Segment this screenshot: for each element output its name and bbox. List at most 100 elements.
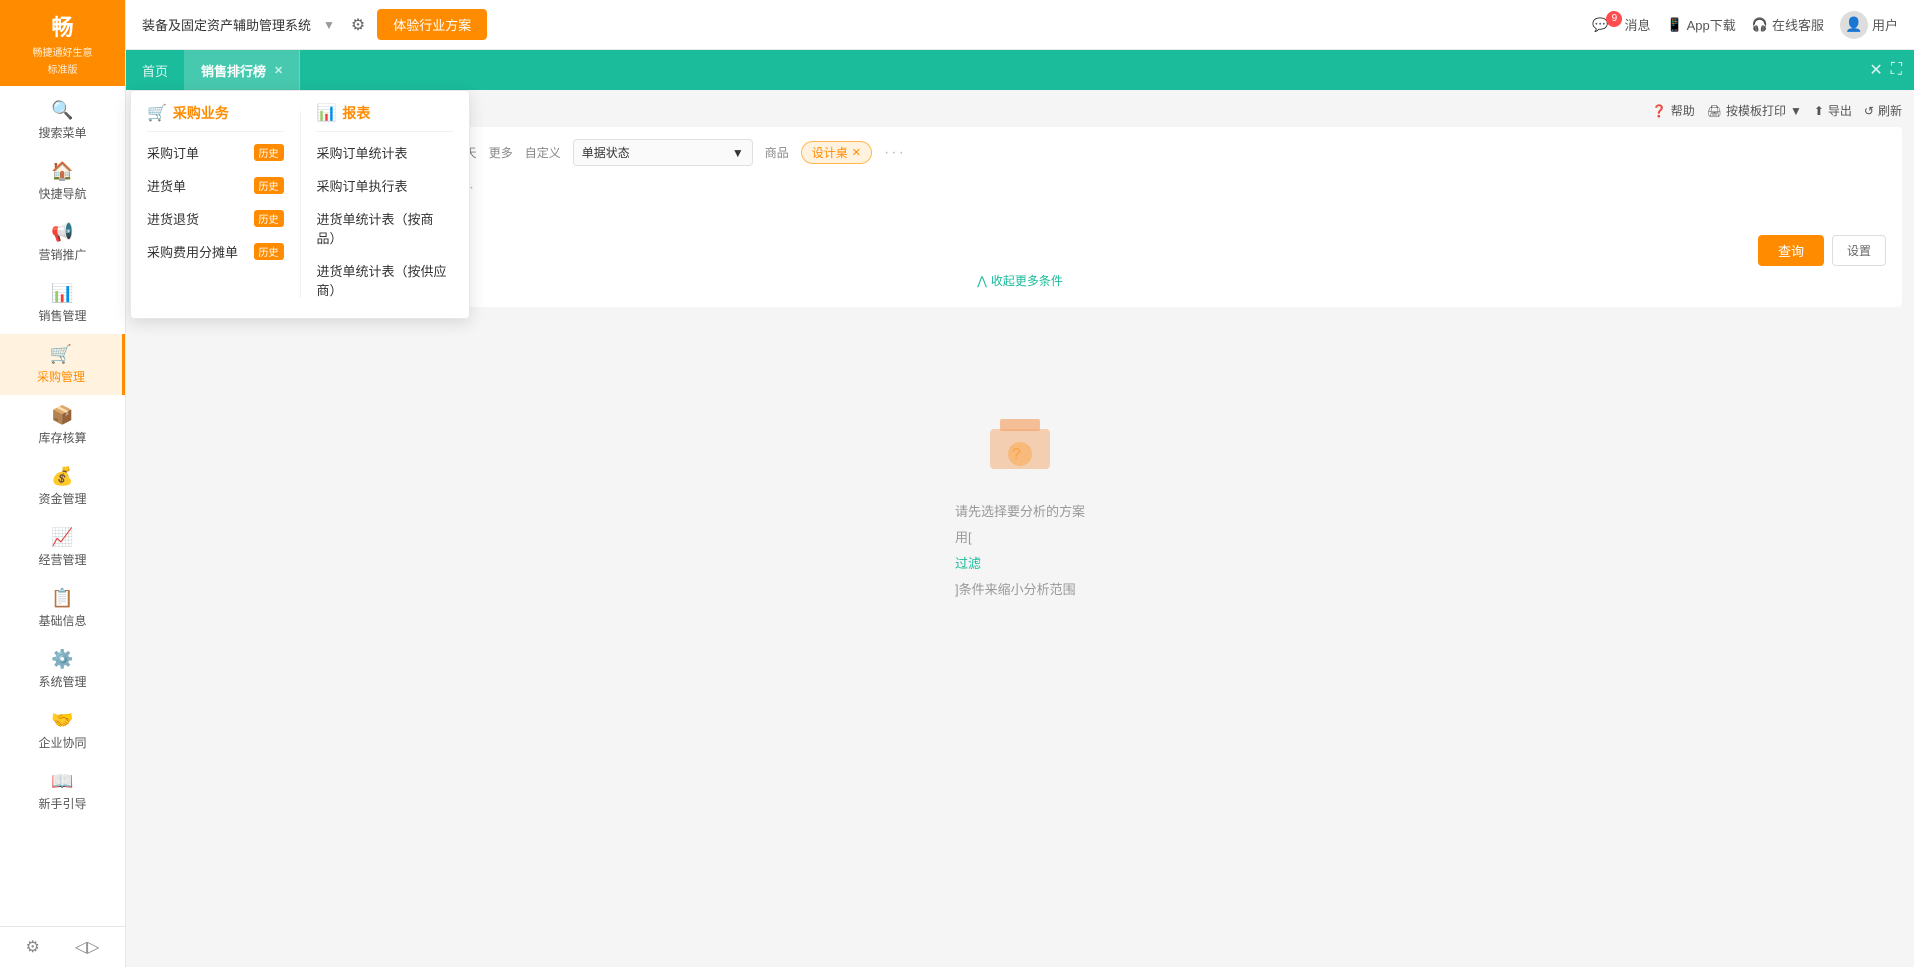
logo: 畅 畅捷通好生意 标准版: [0, 0, 125, 86]
svg-text:?: ?: [1012, 446, 1021, 463]
setting-button[interactable]: 设置: [1832, 235, 1886, 266]
query-button[interactable]: 查询: [1758, 235, 1824, 266]
user-btn[interactable]: 👤 用户: [1840, 11, 1898, 39]
expense-history-badge: 历史: [254, 243, 284, 260]
help-btn[interactable]: ❓ 帮助: [1652, 102, 1695, 119]
dropdown-menu: 🛒 采购业务 采购订单 历史 进货单 历史 进货退货 历史 采购费用分摊单 历史: [130, 90, 470, 319]
print-arrow-icon: ▼: [1790, 104, 1802, 118]
refresh-btn[interactable]: ↺ 刷新: [1864, 102, 1902, 119]
online-service-label: 在线客服: [1772, 15, 1824, 34]
sidebar-label-search: 搜索菜单: [38, 124, 86, 141]
return-history-badge: 历史: [254, 210, 284, 227]
tab-home-label: 首页: [142, 61, 168, 80]
logo-version: 标准版: [48, 61, 78, 76]
sidebar-label-inventory: 库存核算: [38, 429, 86, 446]
sidebar-label-nav: 快捷导航: [38, 185, 86, 202]
sidebar-item-basic[interactable]: 📋 基础信息: [0, 578, 125, 639]
tabbar-controls: ✕ ⛶: [1869, 60, 1914, 80]
sidebar-menu: 🔍 搜索菜单 🏠 快捷导航 📢 营销推广 📊 销售管理 🛒 采购管理 📦 库存核…: [0, 86, 125, 926]
goods-tag-close[interactable]: ✕: [852, 146, 861, 159]
tab-close-icon[interactable]: ✕: [274, 64, 283, 77]
system-title: 装备及固定资产辅助管理系统: [142, 15, 311, 34]
dropdown-item-po-stat[interactable]: 采购订单统计表: [317, 136, 454, 169]
logo-subtitle: 畅捷通好生意: [33, 44, 93, 59]
sidebar-item-finance[interactable]: 💰 资金管理: [0, 456, 125, 517]
sidebar-label-operation: 经营管理: [38, 551, 86, 568]
message-badge: 9: [1606, 11, 1622, 27]
filter-highlight: 过滤: [955, 551, 1085, 577]
headset-icon: 🎧: [1752, 17, 1768, 33]
dropdown-item-po-exec[interactable]: 采购订单执行表: [317, 169, 454, 202]
topbar-gear-icon[interactable]: ⚙: [351, 15, 365, 35]
export-icon: ⬆: [1814, 104, 1824, 118]
tab-expand-icon[interactable]: ⛶: [1891, 61, 1902, 79]
sidebar-label-marketing: 营销推广: [38, 246, 86, 263]
export-btn[interactable]: ⬆ 导出: [1814, 102, 1852, 119]
operation-icon: 📈: [51, 527, 73, 548]
online-service-btn[interactable]: 🎧 在线客服: [1752, 15, 1824, 34]
sidebar-footer: ⚙ ◁▷: [0, 926, 125, 967]
purchase-col-label: 采购业务: [173, 103, 229, 123]
sidebar-item-marketing[interactable]: 📢 营销推广: [0, 212, 125, 273]
tab-close-all-icon[interactable]: ✕: [1869, 60, 1882, 80]
bill-status-arrow: ▼: [732, 146, 744, 160]
message-label: 消息: [1624, 15, 1650, 34]
sidebar-item-inventory[interactable]: 📦 库存核算: [0, 395, 125, 456]
dropdown-item-po-exec-label: 采购订单执行表: [317, 176, 408, 195]
dropdown-item-return-label: 进货退货: [147, 209, 199, 228]
dropdown-item-receipt-stat[interactable]: 进货单统计表（按商品）: [317, 202, 454, 254]
date-shortcut-custom[interactable]: 自定义: [525, 144, 561, 161]
dropdown-item-return[interactable]: 进货退货 历史: [147, 202, 284, 235]
goods-more-dots[interactable]: ···: [884, 144, 906, 162]
collapse-sidebar-btn[interactable]: ◁▷: [75, 937, 100, 957]
sidebar-item-sales[interactable]: 📊 销售管理: [0, 273, 125, 334]
industry-btn[interactable]: 体验行业方案: [377, 9, 487, 40]
empty-line2: 用[过滤]条件来缩小分析范围: [955, 525, 1085, 603]
print-btn[interactable]: 🖨 按模板打印 ▼: [1707, 102, 1802, 119]
cooperation-icon: 🤝: [51, 710, 73, 731]
message-btn[interactable]: 💬 9 消息: [1592, 15, 1650, 34]
sidebar-item-purchase[interactable]: 🛒 采购管理: [0, 334, 125, 395]
goods-tag-value: 设计桌: [812, 144, 848, 161]
empty-text: 请先选择要分析的方案 用[过滤]条件来缩小分析范围: [955, 499, 1085, 603]
po-history-badge: 历史: [254, 144, 284, 161]
dropdown-item-expense[interactable]: 采购费用分摊单 历史: [147, 235, 284, 268]
user-label: 用户: [1872, 15, 1898, 34]
collapse-icon: ⋀: [977, 274, 987, 288]
marketing-icon: 📢: [51, 222, 73, 243]
app-download-btn[interactable]: 📱 App下载: [1666, 15, 1735, 34]
sidebar-label-purchase: 采购管理: [37, 368, 85, 385]
export-label: 导出: [1828, 102, 1852, 119]
dropdown-item-po-label: 采购订单: [147, 143, 199, 162]
bill-status-select[interactable]: 单据状态 ▼: [573, 139, 753, 166]
dropdown-item-expense-label: 采购费用分摊单: [147, 242, 238, 261]
sidebar-item-guide[interactable]: 📖 新手引导: [0, 761, 125, 822]
sidebar-item-nav[interactable]: 🏠 快捷导航: [0, 151, 125, 212]
refresh-icon: ↺: [1864, 104, 1874, 118]
tab-home[interactable]: 首页: [126, 50, 185, 90]
goods-label: 商品: [765, 144, 789, 161]
sidebar-item-search[interactable]: 🔍 搜索菜单: [0, 90, 125, 151]
dropdown-item-receipt-supplier-label: 进货单统计表（按供应商）: [317, 261, 454, 299]
help-label: 帮助: [1671, 102, 1695, 119]
print-label: 按模板打印: [1726, 102, 1786, 119]
empty-illustration: ?: [970, 399, 1070, 479]
dropdown-item-po[interactable]: 采购订单 历史: [147, 136, 284, 169]
settings-footer-btn[interactable]: ⚙: [26, 937, 40, 957]
basic-icon: 📋: [51, 588, 73, 609]
print-icon: 🖨: [1707, 104, 1722, 118]
tabbar: 首页 销售排行榜 ✕ ✕ ⛶: [126, 50, 1914, 90]
topbar-arrow-icon[interactable]: ▼: [323, 18, 335, 32]
dropdown-item-receipt-supplier[interactable]: 进货单统计表（按供应商）: [317, 254, 454, 306]
date-shortcut-more[interactable]: 更多: [489, 144, 513, 161]
dropdown-col-report: 📊 报表 采购订单统计表 采购订单执行表 进货单统计表（按商品） 进货单统计表（…: [301, 103, 470, 306]
sidebar-item-system[interactable]: ⚙️ 系统管理: [0, 639, 125, 700]
bill-status-label: 单据状态: [582, 144, 630, 161]
logo-icon: 畅: [51, 10, 73, 42]
sidebar-label-basic: 基础信息: [38, 612, 86, 629]
sidebar-item-cooperation[interactable]: 🤝 企业协同: [0, 700, 125, 761]
sidebar-item-operation[interactable]: 📈 经营管理: [0, 517, 125, 578]
tab-sales-rank[interactable]: 销售排行榜 ✕: [185, 50, 300, 90]
dropdown-item-receipt[interactable]: 进货单 历史: [147, 169, 284, 202]
dropdown-columns: 🛒 采购业务 采购订单 历史 进货单 历史 进货退货 历史 采购费用分摊单 历史: [131, 103, 469, 306]
